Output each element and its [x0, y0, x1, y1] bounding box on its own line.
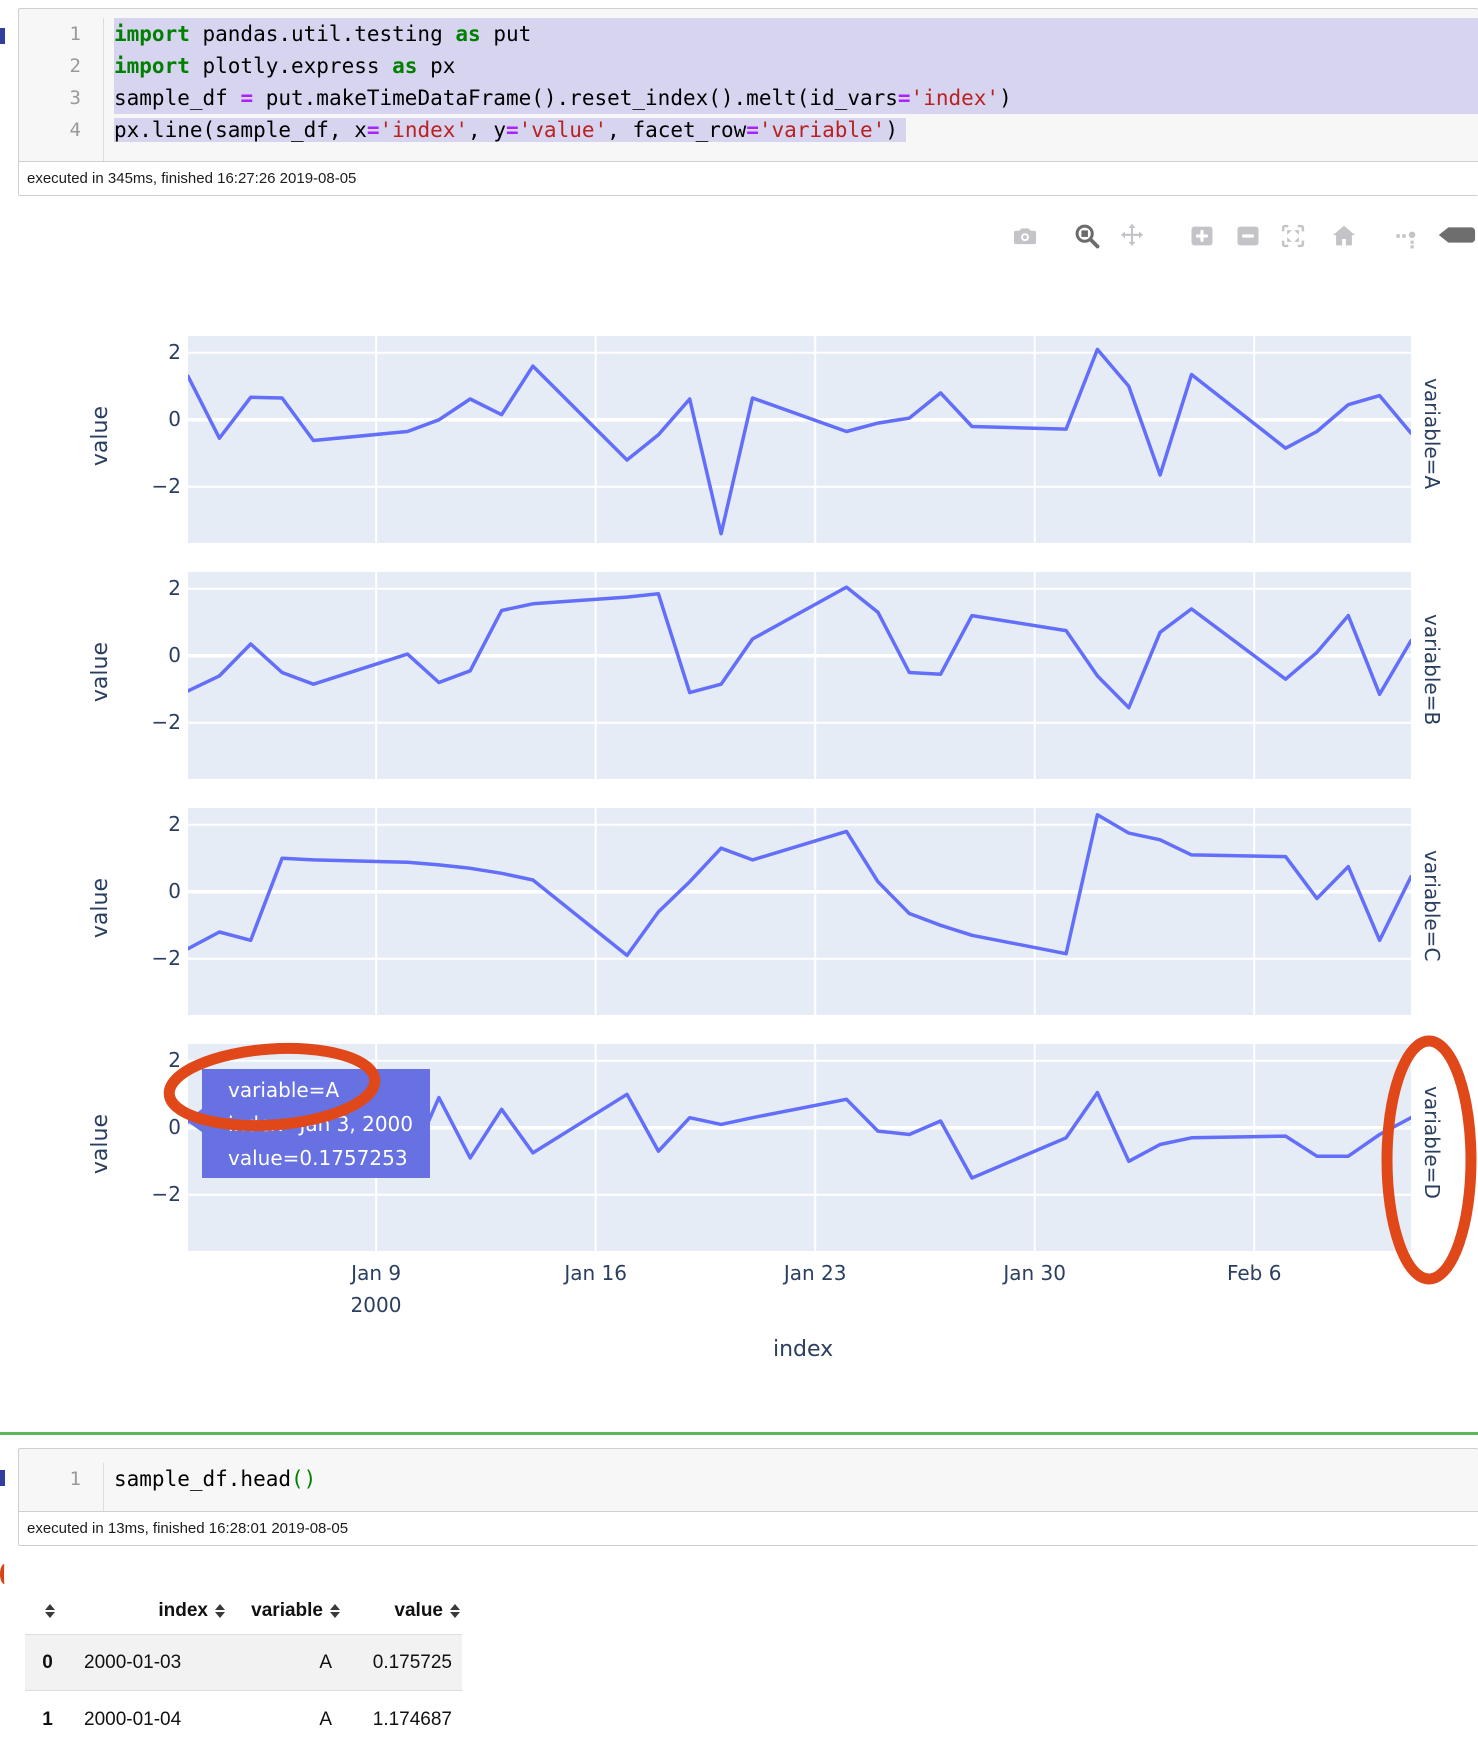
- facet-plot-b[interactable]: [188, 572, 1411, 779]
- table-cell: 2000-01-03: [84, 1651, 182, 1673]
- line-number: 3: [69, 87, 81, 109]
- table-cell: 0.175725: [372, 1651, 452, 1673]
- y-tick-label: −2: [151, 1181, 181, 1206]
- code-selection: px.line(sample_df, x='index', y='value',…: [114, 118, 906, 142]
- column-header-index-blank[interactable]: [25, 1604, 70, 1618]
- code-line[interactable]: px.line(sample_df, x='index', y='value',…: [114, 114, 1478, 146]
- code-line[interactable]: import pandas.util.testing as put: [114, 18, 1478, 50]
- x-axis-title: index: [773, 1337, 834, 1362]
- cell-separator: [0, 1432, 1478, 1435]
- line-numbers: 1 2 3 4: [19, 18, 104, 161]
- sort-desc-arrow: [215, 1612, 225, 1618]
- line-number: 1: [69, 23, 81, 45]
- hover-tooltip: variable=A index=Jan 3, 2000 value=0.175…: [189, 1069, 430, 1178]
- y-axis-title: value: [88, 405, 113, 466]
- y-tick-label: 2: [168, 575, 181, 600]
- table-cell: 1.174687: [372, 1708, 452, 1730]
- table-cell: 2000-01-04: [84, 1708, 182, 1730]
- y-tick-label: 0: [168, 406, 181, 431]
- line-trace-c[interactable]: [188, 812, 1411, 958]
- table-cell: A: [319, 1708, 332, 1730]
- facet-plot-c[interactable]: [188, 808, 1411, 1015]
- line-number: 1: [69, 1468, 81, 1490]
- line-number: 2: [69, 55, 81, 77]
- out-prompt-fragment: [0, 1564, 9, 1584]
- y-tick-label: 2: [168, 339, 181, 364]
- table-row: 1 2000-01-04 A 1.174687: [25, 1691, 462, 1748]
- table-header-row: index variable value: [25, 1588, 462, 1634]
- tooltip-value-line: value=0.1757253: [228, 1146, 408, 1170]
- y-tick-label: 2: [168, 811, 181, 836]
- code-line[interactable]: sample_df.head(): [114, 1463, 1478, 1495]
- y-tick-label: 2: [168, 1047, 181, 1072]
- column-header-index[interactable]: index: [70, 1600, 227, 1622]
- x-tick-label: Jan 16: [564, 1261, 627, 1285]
- sort-desc-arrow: [450, 1612, 460, 1618]
- zoom-icon[interactable]: [1070, 222, 1104, 252]
- table-cell: A: [319, 1651, 332, 1673]
- y-tick-label: 0: [168, 878, 181, 903]
- sort-asc-arrow: [215, 1604, 225, 1610]
- sort-icon[interactable]: [45, 1604, 55, 1618]
- x-tick-label: Jan 9: [351, 1261, 402, 1285]
- code-cell-2: 1 sample_df.head() executed in 13ms, fin…: [18, 1448, 1478, 1546]
- in-prompt-fragment: [0, 1470, 5, 1486]
- tooltip-index-line: index=Jan 3, 2000: [228, 1112, 413, 1136]
- notebook-page: 1 2 3 4 import pandas.util.testing as put im…: [0, 0, 1478, 1732]
- code-editor[interactable]: sample_df.head(): [104, 1463, 1478, 1511]
- column-header-variable[interactable]: variable: [227, 1600, 342, 1622]
- column-header-value[interactable]: value: [342, 1600, 462, 1622]
- spikelines-icon[interactable]: [1391, 222, 1425, 252]
- table-row: 0 2000-01-03 A 0.175725: [25, 1634, 462, 1691]
- home-icon[interactable]: [1327, 222, 1361, 252]
- x-tick-label: Jan 23: [783, 1261, 847, 1285]
- execution-status: executed in 13ms, finished 16:28:01 2019…: [19, 1511, 1478, 1545]
- x-tick-label: Feb 6: [1226, 1261, 1282, 1285]
- zoom-out-icon[interactable]: [1231, 222, 1265, 252]
- line-trace-a[interactable]: [188, 347, 1411, 536]
- y-tick-label: −2: [151, 709, 181, 734]
- y-tick-label: 0: [168, 1114, 181, 1139]
- sort-icon[interactable]: [215, 1604, 225, 1618]
- pan-icon[interactable]: [1115, 222, 1149, 252]
- code-editor[interactable]: import pandas.util.testing as put import …: [104, 18, 1478, 161]
- sort-desc-arrow: [330, 1612, 340, 1618]
- line-trace-b[interactable]: [188, 585, 1411, 710]
- zoom-in-icon[interactable]: [1185, 222, 1219, 252]
- sort-icon[interactable]: [450, 1604, 460, 1618]
- facet-label-b: variable=B: [1420, 613, 1444, 725]
- dataframe-table: index variable value 0 2000-01-03 A 0.175725 1 2…: [25, 1588, 462, 1748]
- sort-asc-arrow: [45, 1604, 55, 1610]
- execution-status: executed in 345ms, finished 16:27:26 201…: [19, 161, 1478, 195]
- line-number: 4: [69, 119, 81, 141]
- camera-icon[interactable]: [1008, 222, 1042, 252]
- sort-icon[interactable]: [330, 1604, 340, 1618]
- y-axis-title: value: [88, 1113, 113, 1174]
- table-cell: 0: [42, 1651, 53, 1673]
- in-prompt-fragment: [0, 28, 5, 44]
- code-cell-1: 1 2 3 4 import pandas.util.testing as put im…: [18, 8, 1478, 196]
- facet-label-d: variable=D: [1420, 1085, 1444, 1199]
- y-axis-title: value: [88, 877, 113, 938]
- facet-label-c: variable=C: [1420, 849, 1444, 961]
- code-line[interactable]: sample_df = put.makeTimeDataFrame().rese…: [114, 82, 1478, 114]
- code-line[interactable]: import plotly.express as px: [114, 50, 1478, 82]
- x-tick-sub-label: 2000: [350, 1293, 402, 1317]
- sort-asc-arrow: [450, 1604, 460, 1610]
- y-tick-label: 0: [168, 642, 181, 667]
- table-cell: 1: [42, 1708, 53, 1730]
- plotly-logo-icon[interactable]: [1434, 222, 1478, 252]
- autoscale-icon[interactable]: [1276, 222, 1310, 252]
- facet-plot-a[interactable]: [188, 336, 1411, 543]
- tooltip-variable-line: variable=A: [228, 1078, 340, 1102]
- tooltip-arrow: [189, 1114, 202, 1132]
- facet-label-a: variable=A: [1420, 377, 1444, 489]
- sort-asc-arrow: [330, 1604, 340, 1610]
- y-axis-title: value: [88, 641, 113, 702]
- line-numbers: 1: [19, 1463, 104, 1511]
- y-tick-label: −2: [151, 473, 181, 498]
- y-tick-label: −2: [151, 945, 181, 970]
- sort-desc-arrow: [45, 1612, 55, 1618]
- x-tick-label: Jan 30: [1003, 1261, 1066, 1285]
